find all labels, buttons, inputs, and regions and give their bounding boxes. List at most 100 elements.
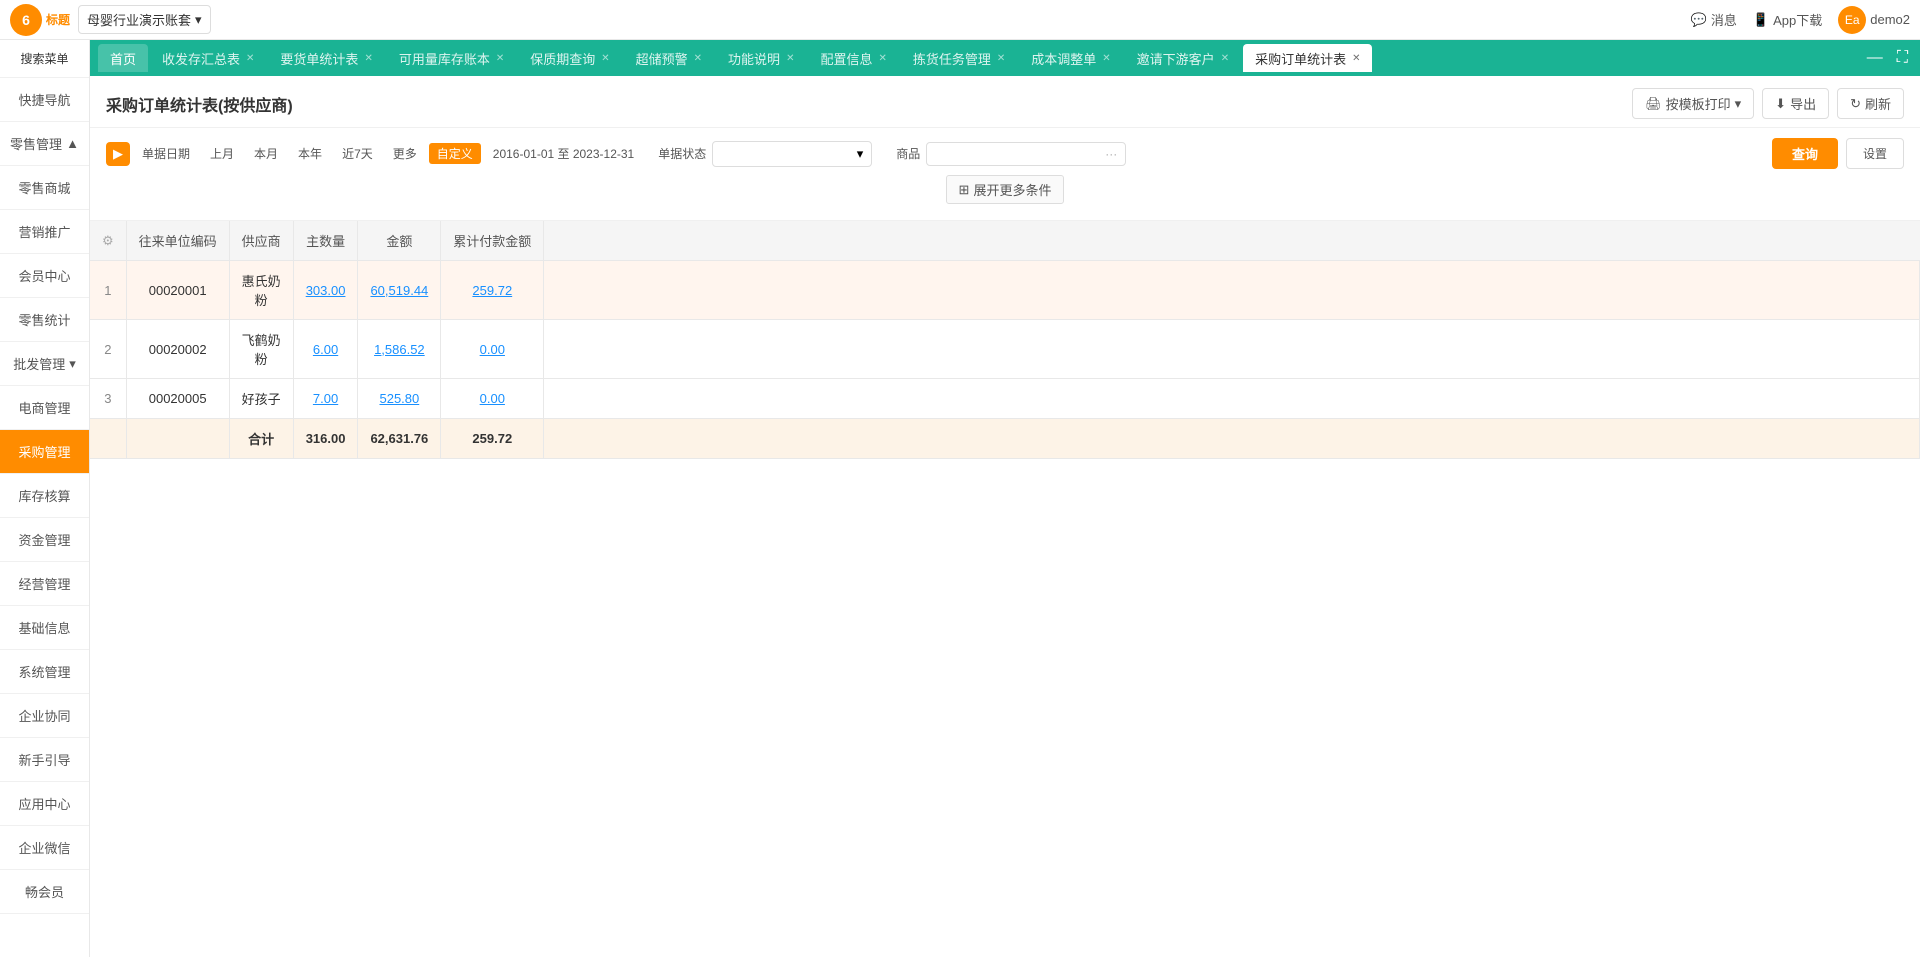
supplier-1: 惠氏奶粉 [229,261,293,320]
tab-function-desc[interactable]: 功能说明 ✕ [716,44,806,72]
ecommerce-label: 电商管理 [18,398,70,417]
tab-invite-downstream-close[interactable]: ✕ [1221,53,1229,64]
sidebar-item-system[interactable]: 系统管理 [0,650,89,694]
tab-pick-task-close[interactable]: ✕ [997,53,1005,64]
sidebar-item-app-center[interactable]: 应用中心 [0,782,89,826]
top-bar: 6 标题 母婴行业演示账套 ▾ 💬 消息 📱 App下载 Ea demo2 [0,0,1920,40]
message-icon: 💬 [1691,12,1707,28]
export-icon: ⬇ [1775,96,1786,112]
tab-config-info[interactable]: 配置信息 ✕ [808,44,898,72]
tab-function-desc-close[interactable]: ✕ [786,53,794,64]
th-main-qty: 主数量 [293,221,358,261]
tab-bar: 首页 收发存汇总表 ✕ 要货单统计表 ✕ 可用量库存账本 ✕ 保质期查询 ✕ 超… [90,40,1920,76]
expand-button[interactable]: ⊞ 展开更多条件 [946,175,1065,204]
tab-minimize-button[interactable]: — [1863,47,1887,69]
tab-cost-adjust[interactable]: 成本调整单 ✕ [1019,44,1122,72]
tab-pick-task-label: 拣货任务管理 [913,49,991,68]
tab-shelf-life-label: 保质期查询 [530,49,595,68]
inventory-label: 库存核算 [18,486,70,505]
goods-input-dots[interactable]: ··· [1105,147,1117,161]
tab-purchase-stats-close[interactable]: ✕ [1352,53,1360,64]
tab-goods-stats[interactable]: 要货单统计表 ✕ [268,44,384,72]
shortcut-7days[interactable]: 近7天 [334,143,381,164]
main-qty-1[interactable]: 303.00 [293,261,358,320]
sidebar-item-business[interactable]: 经营管理 [0,562,89,606]
shortcut-more[interactable]: 更多 [385,143,425,164]
sidebar-item-purchase[interactable]: 采购管理 [0,430,89,474]
sidebar-item-retail-management[interactable]: 零售管理 ▲ [0,122,89,166]
th-setting[interactable]: ⚙ [90,221,126,261]
filter-toggle-button[interactable]: ▶ [106,142,130,166]
th-paid-amount: 累计付款金额 [441,221,544,261]
tab-invite-downstream[interactable]: 邀请下游客户 ✕ [1125,44,1241,72]
tab-config-info-close[interactable]: ✕ [878,53,886,64]
sidebar-item-marketing[interactable]: 营销推广 [0,210,89,254]
shortcut-custom[interactable]: 自定义 [429,143,481,164]
goods-input[interactable]: ··· [926,142,1126,166]
tab-function-desc-label: 功能说明 [728,49,780,68]
tab-pick-task[interactable]: 拣货任务管理 ✕ [901,44,1017,72]
quick-nav-label: 快捷导航 [18,90,70,109]
sidebar-item-ecommerce[interactable]: 电商管理 [0,386,89,430]
message-button[interactable]: 💬 消息 [1691,10,1737,29]
user-area[interactable]: Ea demo2 [1838,6,1910,34]
expand-icon: ⊞ [959,182,970,198]
supplier-2: 飞鹤奶粉 [229,320,293,379]
refresh-button[interactable]: ↻ 刷新 [1837,88,1904,119]
supplier-3: 好孩子 [229,379,293,419]
sidebar-item-retail-stats[interactable]: 零售统计 [0,298,89,342]
shortcut-this-year[interactable]: 本年 [290,143,330,164]
status-select[interactable]: ▾ [712,141,872,167]
company-selector[interactable]: 母婴行业演示账套 ▾ [78,5,211,34]
expand-label: 展开更多条件 [973,180,1051,199]
tab-purchase-stats[interactable]: 采购订单统计表 ✕ [1243,44,1372,72]
sidebar-item-member-center[interactable]: 会员中心 [0,254,89,298]
tab-available-inventory-close[interactable]: ✕ [496,53,504,64]
amount-3[interactable]: 525.80 [358,379,441,419]
wholesale-label: 批发管理 [13,354,65,373]
shortcut-last-month[interactable]: 上月 [202,143,242,164]
sidebar-item-inventory[interactable]: 库存核算 [0,474,89,518]
tab-home[interactable]: 首页 [98,44,148,72]
sidebar-item-member[interactable]: 畅会员 [0,870,89,914]
export-button[interactable]: ⬇ 导出 [1762,88,1829,119]
settings-button[interactable]: 设置 [1846,138,1904,169]
shortcut-this-month[interactable]: 本月 [246,143,286,164]
sidebar-item-finance[interactable]: 资金管理 [0,518,89,562]
footer-main-qty: 316.00 [293,419,358,459]
print-button[interactable]: 🖨 按模板打印 ▾ [1632,88,1754,119]
system-label: 系统管理 [18,662,70,681]
sidebar-item-retail-mall[interactable]: 零售商城 [0,166,89,210]
paid-amount-3[interactable]: 0.00 [441,379,544,419]
sidebar-item-basic-info[interactable]: 基础信息 [0,606,89,650]
sidebar-item-new-guide[interactable]: 新手引导 [0,738,89,782]
tab-overstock[interactable]: 超储预警 ✕ [624,44,714,72]
tab-cost-adjust-label: 成本调整单 [1031,49,1096,68]
sidebar-item-quick-nav[interactable]: 快捷导航 [0,78,89,122]
search-menu-button[interactable]: 搜索菜单 [8,50,81,67]
tab-shelf-life-close[interactable]: ✕ [601,53,609,64]
main-qty-2[interactable]: 6.00 [293,320,358,379]
enterprise-label: 企业协同 [18,706,70,725]
tab-cost-adjust-close[interactable]: ✕ [1102,53,1110,64]
tab-available-inventory[interactable]: 可用量库存账本 ✕ [387,44,516,72]
query-button[interactable]: 查询 [1772,138,1838,169]
tab-overstock-close[interactable]: ✕ [694,53,702,64]
tab-overstock-label: 超储预警 [636,49,688,68]
amount-2[interactable]: 1,586.52 [358,320,441,379]
amount-1[interactable]: 60,519.44 [358,261,441,320]
paid-amount-1[interactable]: 259.72 [441,261,544,320]
sidebar-item-enterprise[interactable]: 企业协同 [0,694,89,738]
sidebar-item-wholesale[interactable]: 批发管理 ▾ [0,342,89,386]
tab-send-receive[interactable]: 收发存汇总表 ✕ [150,44,266,72]
tab-send-receive-close[interactable]: ✕ [246,53,254,64]
tab-shelf-life[interactable]: 保质期查询 ✕ [518,44,621,72]
main-qty-3[interactable]: 7.00 [293,379,358,419]
tab-goods-stats-close[interactable]: ✕ [364,53,372,64]
sidebar-item-enterprise-wechat[interactable]: 企业微信 [0,826,89,870]
paid-amount-2[interactable]: 0.00 [441,320,544,379]
app-download-button[interactable]: 📱 App下载 [1753,10,1822,29]
tab-invite-downstream-label: 邀请下游客户 [1137,49,1215,68]
tab-maximize-button[interactable]: ⛶ [1893,47,1912,69]
top-bar-left: 6 标题 母婴行业演示账套 ▾ [10,4,211,36]
